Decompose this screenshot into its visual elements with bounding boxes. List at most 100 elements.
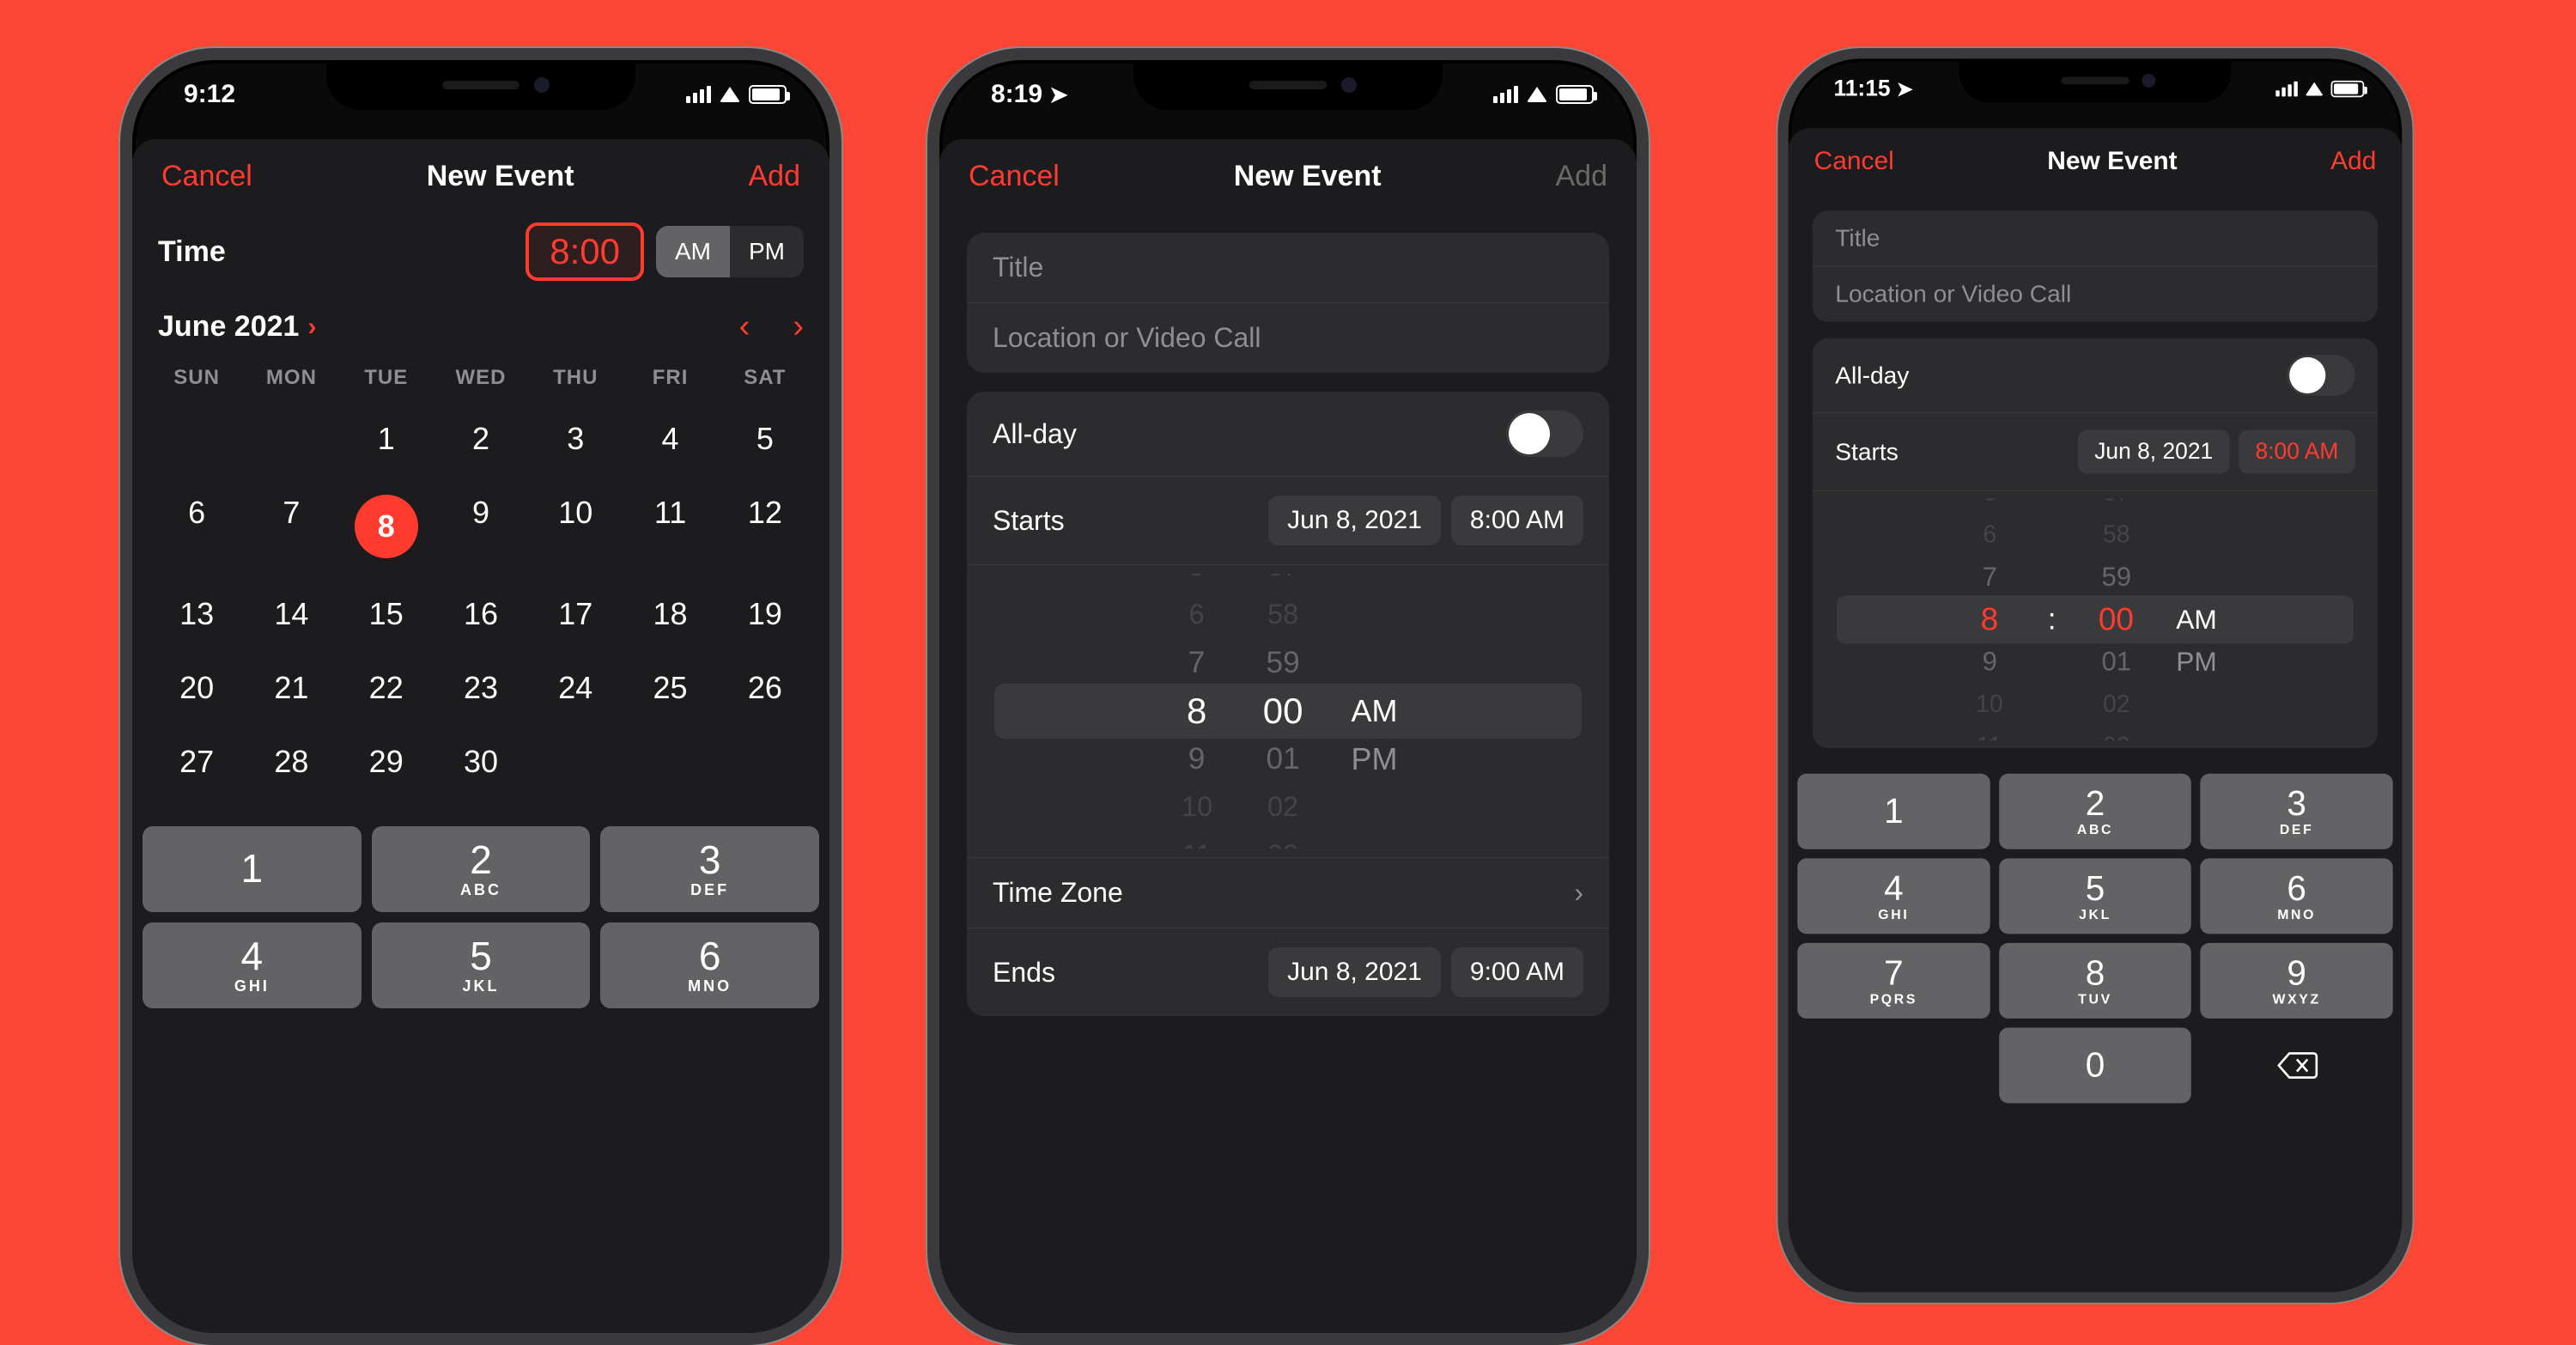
all-day-toggle[interactable] xyxy=(2287,355,2355,396)
backspace-key[interactable] xyxy=(2201,1027,2393,1103)
starts-date-pill[interactable]: Jun 8, 2021 xyxy=(1268,496,1441,545)
calendar-day[interactable]: 16 xyxy=(434,577,528,651)
calendar-dow: MON xyxy=(244,354,338,402)
keypad-key-6[interactable]: 6MNO xyxy=(600,922,819,1008)
keypad-key-8[interactable]: 8TUV xyxy=(1999,943,2191,1019)
keypad-key-1[interactable]: 1 xyxy=(143,826,361,912)
wheel-hour[interactable]: 567891011 xyxy=(1973,498,2005,740)
calendar-day[interactable]: 2 xyxy=(434,402,528,476)
keypad-key-4[interactable]: 4GHI xyxy=(143,922,361,1008)
location-icon: ➤ xyxy=(1897,77,1913,100)
device-notch xyxy=(1959,58,2232,102)
keypad-key-9[interactable]: 9WXYZ xyxy=(2201,943,2393,1019)
date-time-group: All-day Starts Jun 8, 2021 8:00 AM 56789… xyxy=(1813,338,2378,748)
title-field[interactable]: Title xyxy=(1813,210,2378,266)
keypad-key-7[interactable]: 7PQRS xyxy=(1797,943,1990,1019)
calendar-day[interactable]: 22 xyxy=(339,651,434,725)
all-day-toggle[interactable] xyxy=(1506,411,1583,457)
nav-bar: Cancel New Event Add xyxy=(1789,128,2403,194)
keypad-key-5[interactable]: 5JKL xyxy=(372,922,591,1008)
keypad-key-2[interactable]: 2ABC xyxy=(1999,774,2191,849)
time-wheel-row: 567891011:57585900010203AMPM xyxy=(1813,491,2378,748)
phone-center: 8:19 ➤ Cancel New Event Add Title Locati… xyxy=(927,48,1649,1345)
calendar-day[interactable]: 25 xyxy=(623,651,717,725)
wheel-ampm[interactable]: AMPM xyxy=(2176,498,2217,740)
nav-title: New Event xyxy=(2047,146,2177,175)
keypad-key-6[interactable]: 6MNO xyxy=(2201,858,2393,934)
time-input[interactable]: 8:00 xyxy=(526,222,644,281)
location-placeholder: Location or Video Call xyxy=(993,322,1261,354)
calendar-day[interactable]: 1 xyxy=(339,402,434,476)
starts-date-pill[interactable]: Jun 8, 2021 xyxy=(2078,429,2230,473)
ends-row: Ends Jun 8, 2021 9:00 AM xyxy=(967,928,1609,1016)
wheel-ampm[interactable]: AMPM xyxy=(1352,574,1398,849)
keypad-key-1[interactable]: 1 xyxy=(1797,774,1990,849)
calendar-day[interactable]: 24 xyxy=(528,651,623,725)
calendar-day[interactable]: 26 xyxy=(718,651,812,725)
wheel-minute[interactable]: 57585900010203 xyxy=(2099,498,2134,740)
add-button[interactable]: Add xyxy=(748,160,800,193)
calendar-day[interactable]: 20 xyxy=(149,651,244,725)
keypad-key-5[interactable]: 5JKL xyxy=(1999,858,2191,934)
add-button[interactable]: Add xyxy=(1555,160,1607,193)
add-button[interactable]: Add xyxy=(2330,146,2376,175)
calendar-day[interactable]: 30 xyxy=(434,725,528,799)
timezone-row[interactable]: Time Zone › xyxy=(967,858,1609,928)
calendar-day[interactable]: 14 xyxy=(244,577,338,651)
calendar-day[interactable]: 29 xyxy=(339,725,434,799)
calendar-day[interactable]: 5 xyxy=(718,402,812,476)
keypad-key-3[interactable]: 3DEF xyxy=(600,826,819,912)
calendar-day[interactable]: 27 xyxy=(149,725,244,799)
cancel-button[interactable]: Cancel xyxy=(161,160,252,193)
new-event-sheet: Cancel New Event Add Title Location or V… xyxy=(939,139,1637,1333)
calendar-day[interactable]: 21 xyxy=(244,651,338,725)
location-icon: ➤ xyxy=(1049,82,1068,108)
calendar-day[interactable]: 17 xyxy=(528,577,623,651)
time-wheel-picker[interactable]: 567891011 57585900010203 AMPM xyxy=(967,574,1609,849)
pm-option[interactable]: PM xyxy=(730,226,804,277)
wifi-icon xyxy=(2306,82,2324,96)
keypad-key-2[interactable]: 2ABC xyxy=(372,826,591,912)
location-field[interactable]: Location or Video Call xyxy=(967,303,1609,373)
calendar-day[interactable]: 15 xyxy=(339,577,434,651)
calendar-day[interactable]: 18 xyxy=(623,577,717,651)
am-option[interactable]: AM xyxy=(656,226,730,277)
status-time: 9:12 xyxy=(184,80,235,109)
location-field[interactable]: Location or Video Call xyxy=(1813,266,2378,321)
calendar-day[interactable]: 11 xyxy=(623,476,717,577)
cancel-button[interactable]: Cancel xyxy=(969,160,1060,193)
calendar-day[interactable]: 10 xyxy=(528,476,623,577)
calendar-day[interactable]: 12 xyxy=(718,476,812,577)
all-day-row: All-day xyxy=(1813,338,2378,413)
starts-time-pill[interactable]: 8:00 AM xyxy=(1451,496,1583,545)
calendar-day[interactable]: 13 xyxy=(149,577,244,651)
title-field[interactable]: Title xyxy=(967,233,1609,303)
calendar-day[interactable]: 19 xyxy=(718,577,812,651)
starts-time-pill[interactable]: 8:00 AM xyxy=(2239,429,2355,473)
calendar-day[interactable]: 28 xyxy=(244,725,338,799)
calendar-month-button[interactable]: June 2021 › xyxy=(158,310,316,344)
calendar-day[interactable]: 7 xyxy=(244,476,338,577)
title-location-group: Title Location or Video Call xyxy=(967,233,1609,373)
wheel-minute[interactable]: 57585900010203 xyxy=(1263,574,1303,849)
calendar-next-button[interactable]: › xyxy=(793,308,804,345)
starts-row: Starts Jun 8, 2021 8:00 AM xyxy=(1813,413,2378,491)
calendar-day[interactable]: 9 xyxy=(434,476,528,577)
calendar-day[interactable]: 8 xyxy=(339,476,434,577)
calendar-day[interactable]: 3 xyxy=(528,402,623,476)
keypad-key-4[interactable]: 4GHI xyxy=(1797,858,1990,934)
ampm-segment[interactable]: AM PM xyxy=(656,226,804,277)
keypad-key-3[interactable]: 3DEF xyxy=(2201,774,2393,849)
keypad-key-0[interactable]: 0 xyxy=(1999,1027,2191,1103)
wheel-hour[interactable]: 567891011 xyxy=(1179,574,1215,849)
calendar-day[interactable]: 6 xyxy=(149,476,244,577)
ends-date-pill[interactable]: Jun 8, 2021 xyxy=(1268,947,1441,997)
cancel-button[interactable]: Cancel xyxy=(1814,146,1894,175)
time-wheel-picker[interactable]: 567891011:57585900010203AMPM xyxy=(1813,498,2378,740)
ends-time-pill[interactable]: 9:00 AM xyxy=(1451,947,1583,997)
calendar-day[interactable]: 23 xyxy=(434,651,528,725)
chevron-right-icon: › xyxy=(307,313,316,342)
calendar-day[interactable]: 4 xyxy=(623,402,717,476)
calendar-prev-button[interactable]: ‹ xyxy=(739,308,750,345)
cellular-icon xyxy=(2275,82,2298,97)
